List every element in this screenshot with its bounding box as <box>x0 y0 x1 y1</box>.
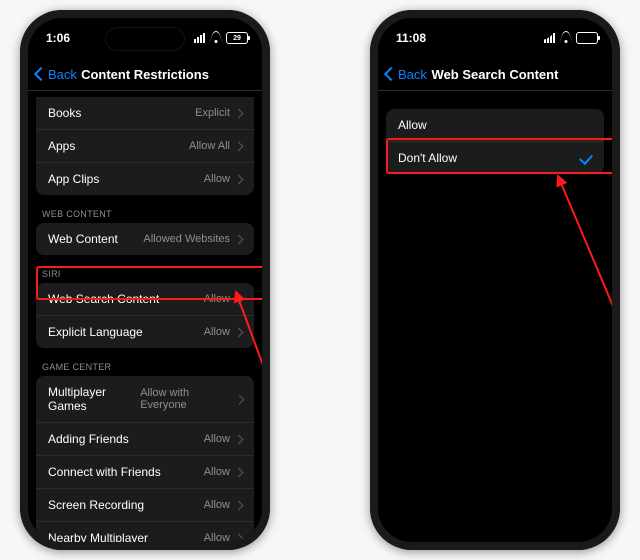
chevron-left-icon <box>384 67 398 81</box>
page-title: Content Restrictions <box>81 67 209 82</box>
status-right: 29 <box>194 32 248 44</box>
row-label: Multiplayer Games <box>48 385 140 413</box>
notch <box>435 18 555 40</box>
row-value: Allow <box>204 499 242 511</box>
row-label: Don't Allow <box>398 151 457 165</box>
group-top: Books Explicit Apps Allow All App Clips … <box>36 97 254 195</box>
row-value: Allow <box>204 326 242 338</box>
chevron-left-icon <box>34 67 48 81</box>
row-option-dont-allow[interactable]: Don't Allow <box>386 141 604 174</box>
battery-icon: 29 <box>226 32 248 44</box>
row-explicit-language[interactable]: Explicit Language Allow <box>36 315 254 348</box>
row-value: Allowed Websites <box>143 233 242 245</box>
section-header-siri: SIRI <box>28 255 262 283</box>
row-books[interactable]: Books Explicit <box>36 97 254 129</box>
back-button[interactable]: Back <box>386 67 427 82</box>
row-screen-recording[interactable]: Screen Recording Allow <box>36 488 254 521</box>
chevron-right-icon <box>234 327 244 337</box>
row-label: Connect with Friends <box>48 465 161 479</box>
nav-bar: Back Content Restrictions <box>28 58 262 91</box>
row-value <box>580 154 592 162</box>
status-time: 11:08 <box>396 31 426 45</box>
section-header-gamecenter: GAME CENTER <box>28 348 262 376</box>
row-label: App Clips <box>48 172 99 186</box>
group-gamecenter: Multiplayer Games Allow with Everyone Ad… <box>36 376 254 542</box>
back-button[interactable]: Back <box>36 67 77 82</box>
chevron-right-icon <box>234 174 244 184</box>
row-label: Allow <box>398 118 427 132</box>
nav-bar: Back Web Search Content <box>378 58 612 91</box>
row-label: Books <box>48 106 81 120</box>
back-label: Back <box>398 67 427 82</box>
content-scroll[interactable]: Allow Don't Allow <box>378 91 612 542</box>
row-apps[interactable]: Apps Allow All <box>36 129 254 162</box>
chevron-right-icon <box>234 434 244 444</box>
dynamic-island <box>106 28 184 50</box>
content-scroll[interactable]: Books Explicit Apps Allow All App Clips … <box>28 91 262 542</box>
row-value: Allow <box>204 173 242 185</box>
screen-left: 1:06 29 Back Content Restrictions Books … <box>28 18 262 542</box>
row-label: Explicit Language <box>48 325 143 339</box>
row-multiplayer-games[interactable]: Multiplayer Games Allow with Everyone <box>36 376 254 422</box>
row-adding-friends[interactable]: Adding Friends Allow <box>36 422 254 455</box>
screen-right: 11:08 Back Web Search Content Allow <box>378 18 612 542</box>
page-title: Web Search Content <box>432 67 559 82</box>
row-label: Nearby Multiplayer <box>48 531 148 542</box>
row-value: Allow <box>204 293 242 305</box>
group-web: Web Content Allowed Websites <box>36 223 254 255</box>
wifi-icon <box>209 33 222 43</box>
row-value: Allow with Everyone <box>140 387 242 411</box>
chevron-right-icon <box>234 500 244 510</box>
chevron-right-icon <box>234 467 244 477</box>
row-web-content[interactable]: Web Content Allowed Websites <box>36 223 254 255</box>
battery-icon <box>576 32 598 44</box>
row-value: Allow All <box>189 140 242 152</box>
phone-left: 1:06 29 Back Content Restrictions Books … <box>20 10 270 550</box>
row-app-clips[interactable]: App Clips Allow <box>36 162 254 195</box>
chevron-right-icon <box>234 234 244 244</box>
row-option-allow[interactable]: Allow <box>386 109 604 141</box>
row-connect-friends[interactable]: Connect with Friends Allow <box>36 455 254 488</box>
wifi-icon <box>559 33 572 43</box>
chevron-right-icon <box>234 394 244 404</box>
chevron-right-icon <box>234 294 244 304</box>
row-label: Web Search Content <box>48 292 159 306</box>
status-time: 1:06 <box>46 31 70 45</box>
back-label: Back <box>48 67 77 82</box>
phone-right: 11:08 Back Web Search Content Allow <box>370 10 620 550</box>
group-options: Allow Don't Allow <box>386 109 604 174</box>
chevron-right-icon <box>234 141 244 151</box>
row-value: Allow <box>204 466 242 478</box>
row-label: Adding Friends <box>48 432 129 446</box>
group-siri: Web Search Content Allow Explicit Langua… <box>36 283 254 348</box>
chevron-right-icon <box>234 108 244 118</box>
chevron-right-icon <box>234 533 244 542</box>
row-label: Apps <box>48 139 75 153</box>
row-label: Screen Recording <box>48 498 144 512</box>
cellular-icon <box>194 33 205 43</box>
row-value: Allow <box>204 433 242 445</box>
row-value: Explicit <box>195 107 242 119</box>
row-value: Allow <box>204 532 242 542</box>
row-label: Web Content <box>48 232 118 246</box>
check-icon <box>579 151 593 165</box>
row-web-search-content[interactable]: Web Search Content Allow <box>36 283 254 315</box>
section-header-web: WEB CONTENT <box>28 195 262 223</box>
row-nearby-multiplayer[interactable]: Nearby Multiplayer Allow <box>36 521 254 542</box>
